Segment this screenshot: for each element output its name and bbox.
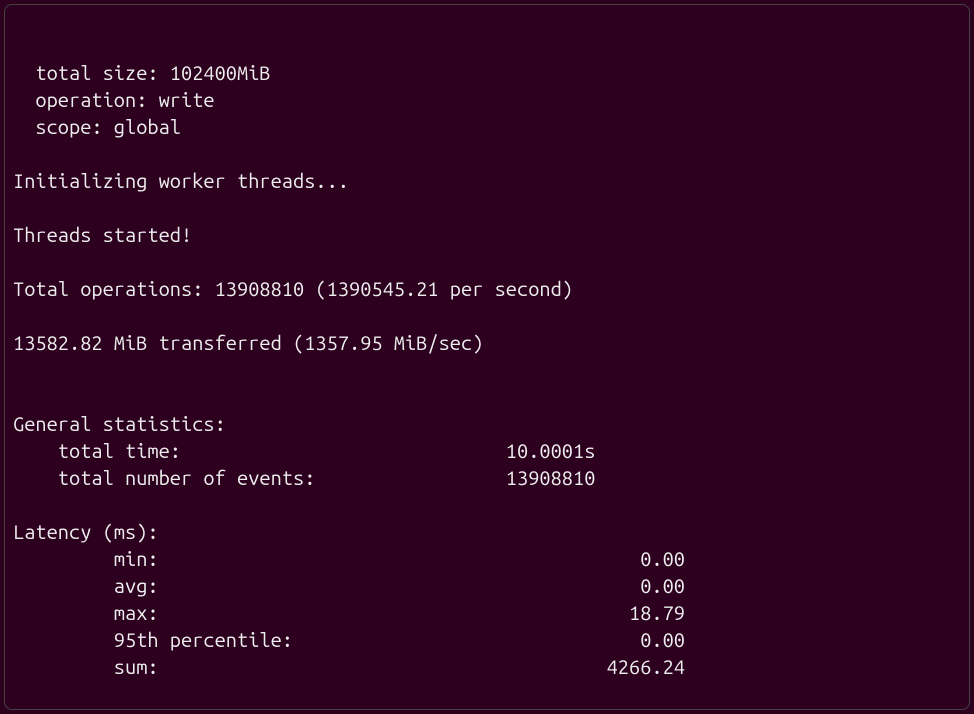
terminal-line bbox=[13, 680, 961, 707]
terminal-line: operation: write bbox=[13, 86, 961, 113]
terminal-line: total time: 10.0001s bbox=[13, 437, 961, 464]
terminal-line: 95th percentile: 0.00 bbox=[13, 626, 961, 653]
terminal-line bbox=[13, 383, 961, 410]
terminal-line bbox=[13, 248, 961, 275]
terminal-line: 13582.82 MiB transferred (1357.95 MiB/se… bbox=[13, 329, 961, 356]
terminal-line bbox=[13, 194, 961, 221]
terminal-line: Threads fairness: bbox=[13, 707, 961, 710]
terminal-line: min: 0.00 bbox=[13, 545, 961, 572]
terminal-line: max: 18.79 bbox=[13, 599, 961, 626]
terminal-line: total size: 102400MiB bbox=[13, 59, 961, 86]
terminal-output: total size: 102400MiB operation: write s… bbox=[13, 59, 961, 710]
terminal-line: Initializing worker threads... bbox=[13, 167, 961, 194]
terminal-line: avg: 0.00 bbox=[13, 572, 961, 599]
terminal-line: Threads started! bbox=[13, 221, 961, 248]
terminal-window[interactable]: total size: 102400MiB operation: write s… bbox=[4, 4, 970, 710]
terminal-line bbox=[13, 491, 961, 518]
terminal-line: sum: 4266.24 bbox=[13, 653, 961, 680]
terminal-line bbox=[13, 140, 961, 167]
terminal-line: Latency (ms): bbox=[13, 518, 961, 545]
terminal-line bbox=[13, 356, 961, 383]
terminal-line bbox=[13, 302, 961, 329]
terminal-line: Total operations: 13908810 (1390545.21 p… bbox=[13, 275, 961, 302]
terminal-line: General statistics: bbox=[13, 410, 961, 437]
terminal-line: scope: global bbox=[13, 113, 961, 140]
terminal-line: total number of events: 13908810 bbox=[13, 464, 961, 491]
